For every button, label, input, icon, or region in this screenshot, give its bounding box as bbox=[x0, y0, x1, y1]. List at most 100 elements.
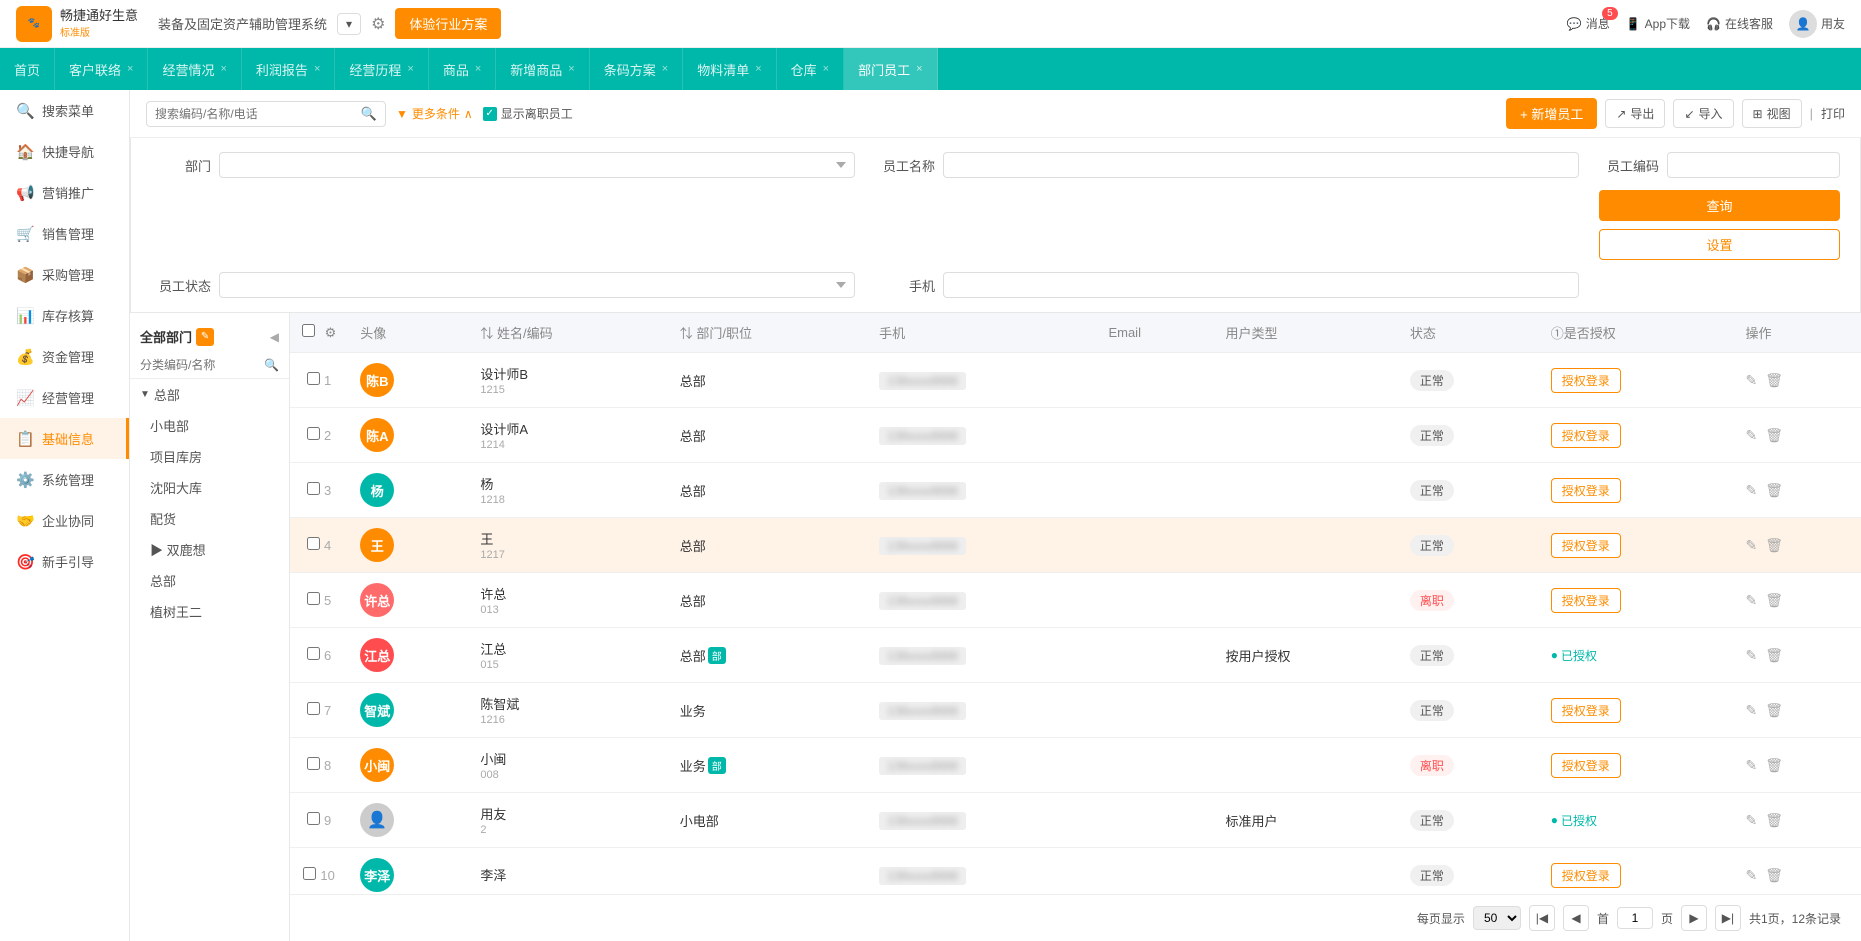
sidebar-item-marketing[interactable]: 📢 营销推广 bbox=[0, 172, 129, 213]
edit-icon[interactable]: ✎ bbox=[1746, 537, 1758, 554]
tab-close-icon[interactable]: × bbox=[475, 63, 481, 75]
system-dropdown-btn[interactable]: ▾ bbox=[337, 13, 361, 35]
tab-close-icon[interactable]: × bbox=[662, 63, 668, 75]
auth-login-btn[interactable]: 授权登录 bbox=[1551, 478, 1621, 503]
row-checkbox[interactable] bbox=[307, 647, 320, 660]
delete-icon[interactable]: 🗑 bbox=[1765, 482, 1783, 499]
user-btn[interactable]: 👤 用友 bbox=[1789, 10, 1845, 38]
nav-tab-首页[interactable]: 首页 bbox=[0, 48, 55, 90]
sidebar-item-guide[interactable]: 🎯 新手引导 bbox=[0, 541, 129, 582]
tab-close-icon[interactable]: × bbox=[314, 63, 320, 75]
edit-icon[interactable]: ✎ bbox=[1746, 867, 1758, 884]
add-employee-btn[interactable]: + 新增员工 bbox=[1506, 98, 1597, 129]
delete-icon[interactable]: 🗑 bbox=[1765, 427, 1783, 444]
nav-tab-利润报告[interactable]: 利润报告× bbox=[242, 48, 335, 90]
edit-icon[interactable]: ✎ bbox=[1746, 812, 1758, 829]
delete-icon[interactable]: 🗑 bbox=[1765, 867, 1783, 884]
dept-tree-collapse-btn[interactable]: ◀ bbox=[270, 330, 279, 344]
nav-tab-商品[interactable]: 商品× bbox=[429, 48, 496, 90]
dept-tree-item[interactable]: 小电部 bbox=[130, 410, 289, 441]
auth-login-btn[interactable]: 授权登录 bbox=[1551, 698, 1621, 723]
app-download-btn[interactable]: 📱 App下载 bbox=[1626, 15, 1690, 32]
sidebar-item-operation[interactable]: 📈 经营管理 bbox=[0, 377, 129, 418]
auth-login-btn[interactable]: 授权登录 bbox=[1551, 863, 1621, 888]
delete-icon[interactable]: 🗑 bbox=[1765, 372, 1783, 389]
last-page-btn[interactable]: ▶| bbox=[1715, 905, 1741, 931]
tab-close-icon[interactable]: × bbox=[220, 63, 226, 75]
nav-tab-新增商品[interactable]: 新增商品× bbox=[496, 48, 589, 90]
filter-phone-input[interactable] bbox=[943, 272, 1579, 298]
sidebar-item-purchase[interactable]: 📦 采购管理 bbox=[0, 254, 129, 295]
sidebar-item-system[interactable]: ⚙️ 系统管理 bbox=[0, 459, 129, 500]
tab-close-icon[interactable]: × bbox=[127, 63, 133, 75]
nav-tab-经营历程[interactable]: 经营历程× bbox=[335, 48, 428, 90]
row-checkbox[interactable] bbox=[307, 757, 320, 770]
message-btn[interactable]: 💬 消息 5 bbox=[1567, 15, 1610, 32]
edit-icon[interactable]: ✎ bbox=[1746, 647, 1758, 664]
edit-icon[interactable]: ✎ bbox=[1746, 427, 1758, 444]
delete-icon[interactable]: 🗑 bbox=[1765, 757, 1783, 774]
prev-page-btn[interactable]: ◀ bbox=[1563, 905, 1589, 931]
nav-tab-部门员工[interactable]: 部门员工× bbox=[844, 48, 937, 90]
tab-close-icon[interactable]: × bbox=[568, 63, 574, 75]
edit-icon[interactable]: ✎ bbox=[1746, 482, 1758, 499]
row-checkbox[interactable] bbox=[307, 592, 320, 605]
select-all-checkbox[interactable] bbox=[302, 324, 315, 337]
print-label[interactable]: 打印 bbox=[1821, 105, 1845, 122]
dept-tree-item[interactable]: 总部 bbox=[130, 565, 289, 596]
filter-query-btn[interactable]: 查询 bbox=[1599, 190, 1840, 221]
filter-empcode-input[interactable] bbox=[1667, 152, 1840, 178]
page-number-input[interactable] bbox=[1617, 907, 1653, 929]
nav-tab-物料清单[interactable]: 物料清单× bbox=[683, 48, 776, 90]
dept-tree-item[interactable]: 植树王二 bbox=[130, 596, 289, 627]
row-checkbox[interactable] bbox=[307, 702, 320, 715]
next-page-btn[interactable]: ▶ bbox=[1681, 905, 1707, 931]
search-input[interactable] bbox=[155, 107, 361, 121]
sidebar-item-sales[interactable]: 🛒 销售管理 bbox=[0, 213, 129, 254]
delete-icon[interactable]: 🗑 bbox=[1765, 647, 1783, 664]
row-checkbox[interactable] bbox=[307, 537, 320, 550]
search-input-wrap[interactable]: 🔍 bbox=[146, 101, 386, 127]
sidebar-item-search[interactable]: 🔍 搜索菜单 bbox=[0, 90, 129, 131]
delete-icon[interactable]: 🗑 bbox=[1765, 812, 1783, 829]
online-service-btn[interactable]: 🎧 在线客服 bbox=[1706, 15, 1773, 32]
edit-icon[interactable]: ✎ bbox=[1746, 592, 1758, 609]
dept-tree-item[interactable]: 沈阳大库 bbox=[130, 472, 289, 503]
tab-close-icon[interactable]: × bbox=[916, 63, 922, 75]
auth-login-btn[interactable]: 授权登录 bbox=[1551, 368, 1621, 393]
dept-tree-edit-icon[interactable]: ✎ bbox=[196, 328, 214, 346]
more-conditions-btn[interactable]: ▼ 更多条件 ∧ bbox=[396, 105, 473, 122]
filter-status-select[interactable] bbox=[219, 272, 855, 298]
trial-btn[interactable]: 体验行业方案 bbox=[395, 8, 501, 39]
nav-tab-经营情况[interactable]: 经营情况× bbox=[148, 48, 241, 90]
import-btn[interactable]: ↙ 导入 bbox=[1673, 99, 1733, 128]
tab-close-icon[interactable]: × bbox=[823, 63, 829, 75]
delete-icon[interactable]: 🗑 bbox=[1765, 702, 1783, 719]
edit-icon[interactable]: ✎ bbox=[1746, 702, 1758, 719]
delete-icon[interactable]: 🗑 bbox=[1765, 537, 1783, 554]
per-page-select[interactable]: 50 bbox=[1473, 906, 1521, 930]
row-checkbox[interactable] bbox=[307, 482, 320, 495]
dept-tree-item[interactable]: ▶ 双鹿想 bbox=[130, 534, 289, 565]
sidebar-item-enterprise[interactable]: 🤝 企业协同 bbox=[0, 500, 129, 541]
tab-close-icon[interactable]: × bbox=[755, 63, 761, 75]
edit-icon[interactable]: ✎ bbox=[1746, 372, 1758, 389]
sidebar-item-basic[interactable]: 📋 基础信息 bbox=[0, 418, 129, 459]
nav-tab-客户联络[interactable]: 客户联络× bbox=[55, 48, 148, 90]
export-btn[interactable]: ↗ 导出 bbox=[1605, 99, 1665, 128]
filter-dept-select[interactable] bbox=[219, 152, 855, 178]
sidebar-item-quicknav[interactable]: 🏠 快捷导航 bbox=[0, 131, 129, 172]
settings-gear-btn[interactable]: ⚙ bbox=[371, 14, 385, 34]
filter-empname-input[interactable] bbox=[943, 152, 1579, 178]
view-btn[interactable]: ⊞ 视图 bbox=[1742, 99, 1802, 128]
print-btn[interactable]: | bbox=[1810, 106, 1813, 121]
show-resigned-toggle[interactable]: ✓ 显示离职员工 bbox=[483, 105, 573, 122]
row-checkbox[interactable] bbox=[307, 812, 320, 825]
auth-login-btn[interactable]: 授权登录 bbox=[1551, 588, 1621, 613]
sidebar-item-finance[interactable]: 💰 资金管理 bbox=[0, 336, 129, 377]
edit-icon[interactable]: ✎ bbox=[1746, 757, 1758, 774]
nav-tab-条码方案[interactable]: 条码方案× bbox=[590, 48, 683, 90]
delete-icon[interactable]: 🗑 bbox=[1765, 592, 1783, 609]
first-page-btn[interactable]: |◀ bbox=[1529, 905, 1555, 931]
dept-tree-item[interactable]: 配货 bbox=[130, 503, 289, 534]
